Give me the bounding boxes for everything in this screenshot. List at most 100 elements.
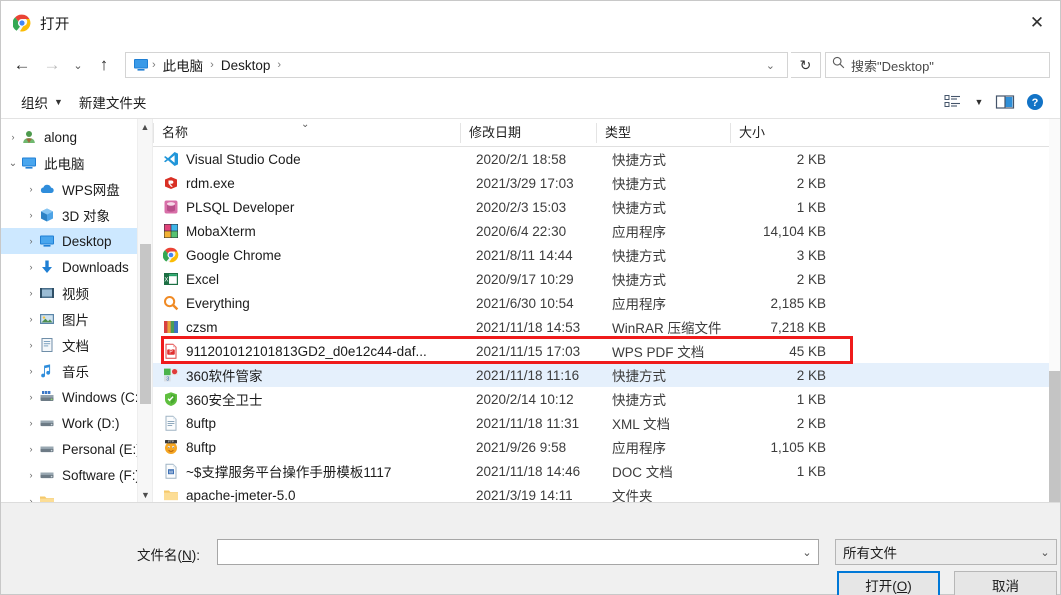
sidebar-item-personal-e[interactable]: ›Personal (E:): [1, 436, 152, 462]
breadcrumb-item-0[interactable]: 此电脑: [157, 53, 210, 77]
chevron-down-icon[interactable]: ⌄: [5, 158, 21, 169]
sidebar-item-3d[interactable]: ›3D 对象: [1, 202, 152, 228]
table-row[interactable]: 360安全卫士2020/2/14 10:12快捷方式1 KB: [153, 387, 1060, 411]
table-row[interactable]: apache-jmeter-5.02021/3/19 14:11文件夹: [153, 483, 1060, 502]
scroll-up-icon[interactable]: ▲: [138, 119, 152, 134]
file-type-filter[interactable]: 所有文件 ⌄: [835, 539, 1057, 565]
chevron-right-icon[interactable]: ›: [23, 184, 39, 194]
sidebar-item-partial[interactable]: ›: [1, 488, 152, 502]
column-header-type[interactable]: 类型: [596, 123, 730, 143]
table-row[interactable]: Visual Studio Code2020/2/1 18:58快捷方式2 KB: [153, 147, 1060, 171]
chevron-right-icon[interactable]: ›: [23, 418, 39, 428]
sidebar-item-label: Downloads: [62, 260, 129, 275]
mobaxterm-icon: [163, 223, 179, 239]
breadcrumb[interactable]: › 此电脑 › Desktop › ⌄: [125, 52, 788, 78]
chevron-right-icon[interactable]: ›: [5, 132, 21, 142]
chevron-right-icon[interactable]: ›: [23, 366, 39, 376]
column-header-size[interactable]: 大小: [730, 123, 824, 143]
xml-icon: [163, 415, 179, 431]
sidebar-item-work-d[interactable]: › Work (D:): [1, 410, 152, 436]
chevron-right-icon[interactable]: ›: [23, 262, 39, 272]
sidebar-item-desktop[interactable]: ›Desktop: [1, 228, 152, 254]
view-options-caret[interactable]: ▼: [968, 89, 990, 115]
doc-icon: W: [163, 463, 179, 479]
everything-icon: [163, 295, 179, 311]
close-icon[interactable]: ✕: [1014, 1, 1060, 45]
chevron-right-icon[interactable]: ›: [23, 470, 39, 480]
table-row[interactable]: MobaXterm2020/6/4 22:30应用程序14,104 KB: [153, 219, 1060, 243]
chevron-right-icon[interactable]: ›: [23, 392, 39, 402]
file-date: 2021/11/18 11:16: [476, 368, 612, 383]
filter-value: 所有文件: [836, 542, 1034, 562]
breadcrumb-item-1[interactable]: Desktop: [215, 56, 277, 75]
chevron-right-icon[interactable]: ›: [23, 210, 39, 220]
chevron-right-icon[interactable]: ›: [23, 236, 39, 246]
svg-text:W: W: [169, 469, 174, 474]
svg-text:?: ?: [1032, 97, 1039, 109]
chevron-down-icon[interactable]: ⌄: [1034, 546, 1056, 559]
navigation-sidebar: ›along⌄此电脑›WPS网盘›3D 对象›Desktop›Downloads…: [1, 119, 153, 502]
chevron-right-icon[interactable]: ›: [23, 314, 39, 324]
scroll-down-icon[interactable]: ▼: [138, 487, 153, 502]
file-name: ~$支撑服务平台操作手册模板1117: [186, 461, 476, 481]
sidebar-item-downloads[interactable]: › Downloads: [1, 254, 152, 280]
sidebar-item-label: Work (D:): [62, 416, 120, 431]
sidebar-item-along[interactable]: ›along: [1, 124, 152, 150]
sidebar-item-windows-c[interactable]: › Windows (C:): [1, 384, 152, 410]
filelist-scroll-thumb[interactable]: [1049, 371, 1060, 502]
recent-locations-button[interactable]: ⌄: [67, 50, 89, 80]
help-button[interactable]: ?: [1020, 89, 1050, 115]
organize-button[interactable]: 组织 ▼: [13, 88, 71, 116]
table-row[interactable]: 8uftp2021/11/18 11:31XML 文档2 KB: [153, 411, 1060, 435]
chevron-down-icon[interactable]: ⌄: [762, 59, 783, 72]
sidebar-item-wps[interactable]: ›WPS网盘: [1, 176, 152, 202]
filelist-scrollbar[interactable]: [1049, 119, 1060, 502]
table-row[interactable]: XExcel2020/9/17 10:29快捷方式2 KB: [153, 267, 1060, 291]
new-folder-button[interactable]: 新建文件夹: [71, 88, 155, 116]
file-size: 1 KB: [746, 200, 840, 215]
table-row[interactable]: rdm.exe2021/3/29 17:03快捷方式2 KB: [153, 171, 1060, 195]
filename-input[interactable]: ⌄: [217, 539, 819, 565]
open-button[interactable]: 打开(O): [837, 571, 940, 595]
table-row[interactable]: 3360软件管家2021/11/18 11:16快捷方式2 KB: [153, 363, 1060, 387]
refresh-button[interactable]: ↻: [791, 52, 821, 78]
table-row[interactable]: PLSQL Developer2020/2/3 15:03快捷方式1 KB: [153, 195, 1060, 219]
preview-pane-button[interactable]: [990, 89, 1020, 115]
svg-text:FTP: FTP: [168, 440, 174, 444]
column-header-date[interactable]: 修改日期: [460, 123, 596, 143]
table-row[interactable]: W~$支撑服务平台操作手册模板11172021/11/18 14:46DOC 文…: [153, 459, 1060, 483]
view-layout-button[interactable]: [938, 89, 968, 115]
file-type: 快捷方式: [612, 173, 746, 193]
sidebar-scroll-thumb[interactable]: [140, 244, 151, 404]
sidebar-scrollbar[interactable]: ▲ ▼: [137, 119, 152, 502]
chrome-icon: [163, 247, 179, 263]
chevron-right-icon[interactable]: ›: [23, 444, 39, 454]
sidebar-item-[interactable]: ›音乐: [1, 358, 152, 384]
file-name: apache-jmeter-5.0: [186, 488, 476, 503]
cancel-button[interactable]: 取消: [954, 571, 1057, 595]
forward-button[interactable]: →: [37, 50, 67, 80]
file-date: 2021/11/18 14:46: [476, 464, 612, 479]
sidebar-item-label: 文档: [62, 335, 89, 355]
back-button[interactable]: ←: [7, 50, 37, 80]
up-button[interactable]: ↑: [89, 50, 119, 80]
table-row[interactable]: Everything2021/6/30 10:54应用程序2,185 KB: [153, 291, 1060, 315]
search-input[interactable]: 搜索"Desktop": [825, 52, 1050, 78]
sidebar-item-label: Windows (C:): [62, 390, 143, 405]
chevron-right-icon[interactable]: ›: [23, 288, 39, 298]
sidebar-item-[interactable]: ⌄此电脑: [1, 150, 152, 176]
sidebar-item-[interactable]: ›图片: [1, 306, 152, 332]
file-name: PLSQL Developer: [186, 200, 476, 215]
chevron-down-icon[interactable]: ⌄: [796, 546, 818, 559]
file-size: 2,185 KB: [746, 296, 840, 311]
sidebar-item-software-f[interactable]: ›Software (F:): [1, 462, 152, 488]
table-row[interactable]: czsm2021/11/18 14:53WinRAR 压缩文件7,218 KB: [153, 315, 1060, 339]
file-size: 3 KB: [746, 248, 840, 263]
sidebar-item-[interactable]: ›视频: [1, 280, 152, 306]
table-row[interactable]: FTP8uftp2021/9/26 9:58应用程序1,105 KB: [153, 435, 1060, 459]
table-row[interactable]: Google Chrome2021/8/11 14:44快捷方式3 KB: [153, 243, 1060, 267]
table-row[interactable]: P911201012101813GD2_d0e12c44-daf...2021/…: [153, 339, 1060, 363]
sidebar-item-[interactable]: › 文档: [1, 332, 152, 358]
file-type: 应用程序: [612, 293, 746, 313]
chevron-right-icon[interactable]: ›: [23, 340, 39, 350]
